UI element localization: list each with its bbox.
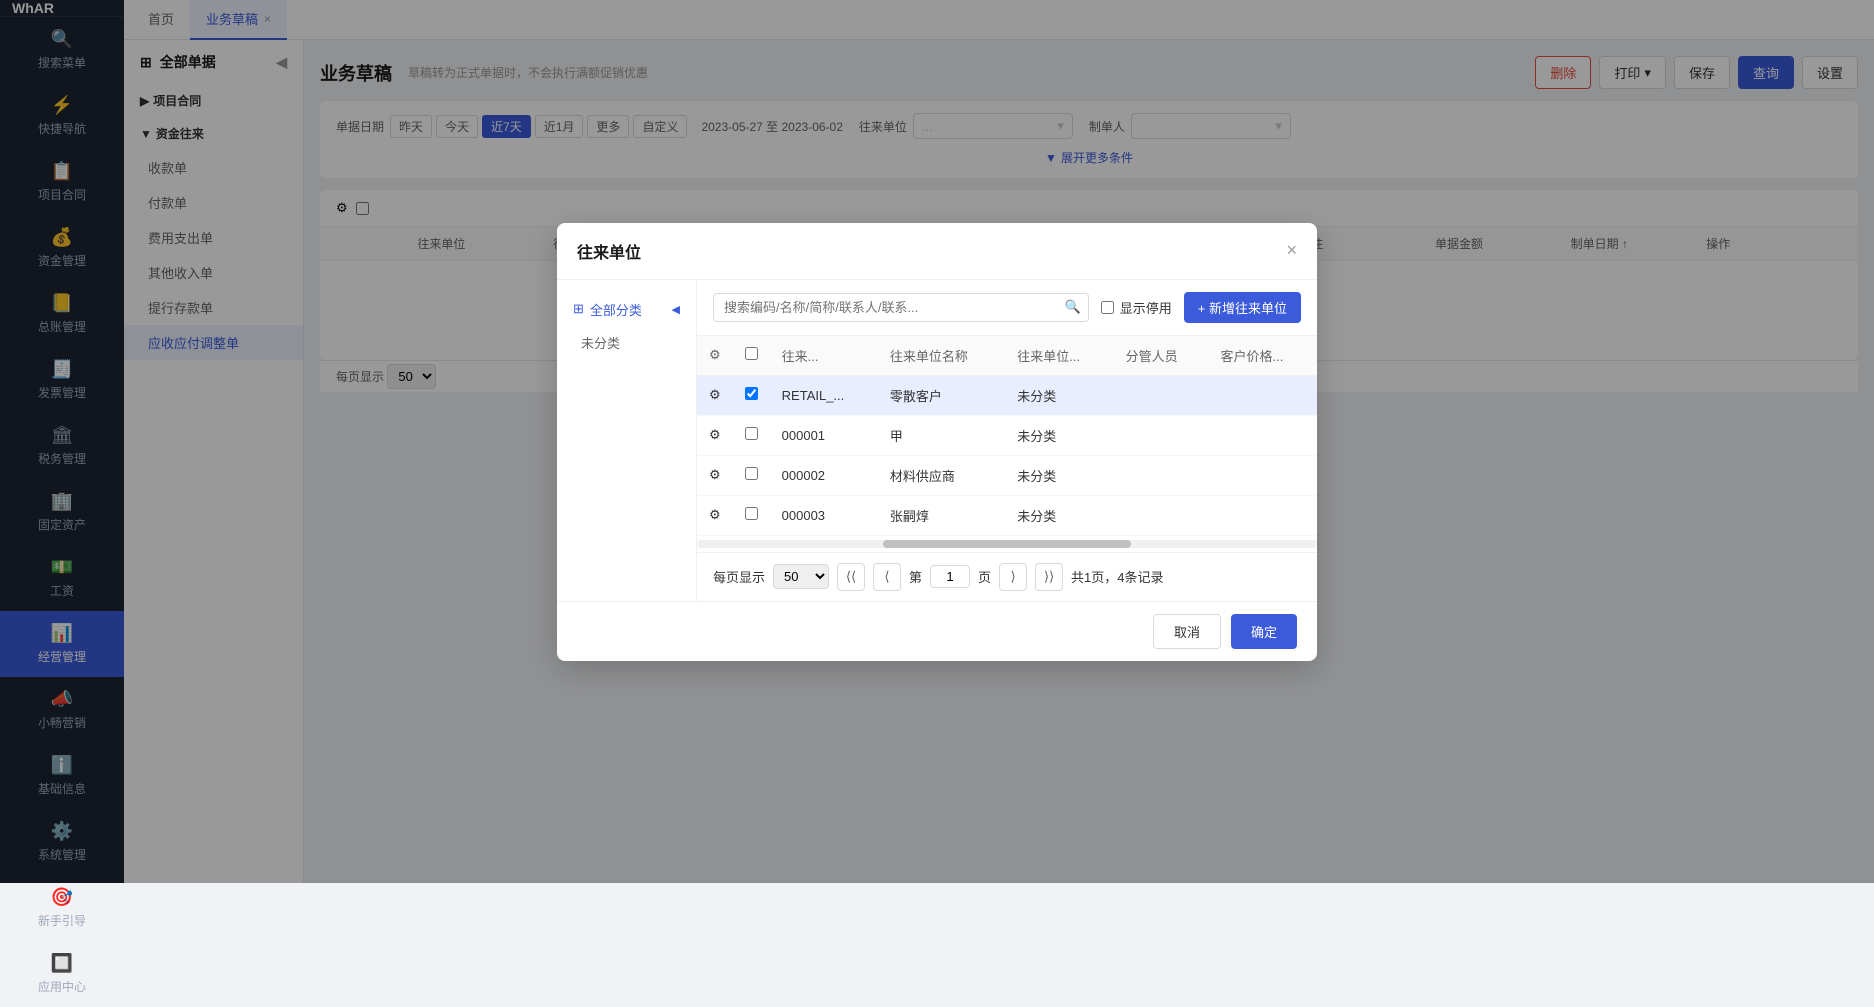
add-partner-button[interactable]: + 新增往来单位 — [1184, 292, 1301, 323]
row-code: 000002 — [770, 455, 878, 495]
page-word: 第 — [909, 567, 922, 586]
total-text: 共1页，4条记录 — [1071, 567, 1163, 586]
modal-footer: 取消 确定 — [557, 601, 1317, 661]
sidebar-item-new-guide[interactable]: 🎯 新手引导 — [0, 875, 124, 941]
search-input-wrap: 🔍 — [713, 293, 1089, 322]
row-manager — [1114, 415, 1209, 455]
modal-table-row[interactable]: ⚙ 000002 材料供应商 未分类 — [697, 455, 1317, 495]
row-checkbox[interactable] — [733, 375, 770, 415]
row-settings[interactable]: ⚙ — [697, 415, 733, 455]
modal-col-settings: ⚙ — [697, 336, 733, 376]
modal-col-name: 往来单位名称 — [878, 336, 1005, 376]
modal-scrollbar[interactable] — [697, 540, 1317, 548]
modal-sidebar: ⊞ 全部分类 ◀ 未分类 — [557, 280, 697, 601]
collapse-modal-sidebar-icon[interactable]: ◀ — [672, 303, 680, 316]
page-suffix: 页 — [978, 567, 991, 586]
modal-body: ⊞ 全部分类 ◀ 未分类 🔍 显示停用 — [557, 280, 1317, 601]
prev-page-button[interactable]: ⟨ — [873, 563, 901, 591]
modal-table-row[interactable]: ⚙ 000001 甲 未分类 — [697, 415, 1317, 455]
modal-content: 🔍 显示停用 + 新增往来单位 ⚙ — [697, 280, 1317, 601]
row-name: 零散客户 — [878, 375, 1005, 415]
show-disabled-label[interactable]: 显示停用 — [1101, 298, 1172, 317]
row-manager — [1114, 375, 1209, 415]
scrollbar-thumb — [883, 540, 1131, 548]
row-checkbox[interactable] — [733, 495, 770, 535]
cancel-button[interactable]: 取消 — [1153, 614, 1221, 649]
row-name: 张嗣焞 — [878, 495, 1005, 535]
page-size-label: 每页显示 — [713, 567, 765, 586]
row-settings[interactable]: ⚙ — [697, 455, 733, 495]
row-checkbox[interactable] — [733, 455, 770, 495]
modal-pagination: 每页显示 10 20 50 100 ⟨⟨ ⟨ 第 页 ⟩ ⟩⟩ 共1页，4条记录 — [697, 552, 1317, 601]
last-page-button[interactable]: ⟩⟩ — [1035, 563, 1063, 591]
modal-col-checkbox — [733, 336, 770, 376]
modal-table-row[interactable]: ⚙ 000003 张嗣焞 未分类 — [697, 495, 1317, 535]
grid-icon: ⊞ — [573, 301, 584, 317]
modal-sidebar-uncategorized[interactable]: 未分类 — [557, 327, 696, 358]
page-number-input[interactable] — [930, 565, 970, 588]
row-category: 未分类 — [1005, 455, 1113, 495]
modal-header: 往来单位 × — [557, 223, 1317, 280]
modal-overlay: 往来单位 × ⊞ 全部分类 ◀ 未分类 — [0, 0, 1874, 883]
row-category: 未分类 — [1005, 495, 1113, 535]
partner-modal: 往来单位 × ⊞ 全部分类 ◀ 未分类 — [557, 223, 1317, 661]
sidebar-item-app-center[interactable]: 🔲 应用中心 — [0, 941, 124, 1007]
confirm-button[interactable]: 确定 — [1231, 614, 1297, 649]
modal-col-code: 往来... — [770, 336, 878, 376]
modal-search-bar: 🔍 显示停用 + 新增往来单位 — [697, 280, 1317, 336]
row-checkbox[interactable] — [733, 415, 770, 455]
modal-title: 往来单位 — [577, 239, 641, 263]
modal-table: ⚙ 往来... 往来单位名称 往来单位... 分管人员 客户价格... ⚙ — [697, 336, 1317, 552]
modal-col-manager: 分管人员 — [1114, 336, 1209, 376]
guide-icon: 🎯 — [51, 887, 73, 908]
row-name: 甲 — [878, 415, 1005, 455]
row-settings[interactable]: ⚙ — [697, 375, 733, 415]
row-manager — [1114, 455, 1209, 495]
row-price — [1209, 455, 1317, 495]
row-code: 000003 — [770, 495, 878, 535]
modal-col-price: 客户价格... — [1209, 336, 1317, 376]
partner-search-input[interactable] — [713, 293, 1089, 322]
row-name: 材料供应商 — [878, 455, 1005, 495]
row-price — [1209, 495, 1317, 535]
modal-col-category: 往来单位... — [1005, 336, 1113, 376]
row-code: 000001 — [770, 415, 878, 455]
next-page-button[interactable]: ⟩ — [999, 563, 1027, 591]
app-icon: 🔲 — [51, 953, 73, 974]
row-category: 未分类 — [1005, 415, 1113, 455]
modal-table-header: ⚙ 往来... 往来单位名称 往来单位... 分管人员 客户价格... — [697, 336, 1317, 376]
row-category: 未分类 — [1005, 375, 1113, 415]
row-price — [1209, 415, 1317, 455]
row-code: RETAIL_... — [770, 375, 878, 415]
show-disabled-checkbox[interactable] — [1101, 301, 1114, 314]
modal-close-button[interactable]: × — [1286, 240, 1297, 261]
modal-page-size-select[interactable]: 10 20 50 100 — [773, 564, 829, 589]
row-manager — [1114, 495, 1209, 535]
first-page-button[interactable]: ⟨⟨ — [837, 563, 865, 591]
search-icon: 🔍 — [1065, 299, 1081, 315]
modal-sidebar-all-categories[interactable]: ⊞ 全部分类 ◀ — [557, 292, 696, 327]
row-settings[interactable]: ⚙ — [697, 495, 733, 535]
modal-table-row[interactable]: ⚙ RETAIL_... 零散客户 未分类 — [697, 375, 1317, 415]
row-price — [1209, 375, 1317, 415]
modal-select-all[interactable] — [745, 347, 758, 360]
